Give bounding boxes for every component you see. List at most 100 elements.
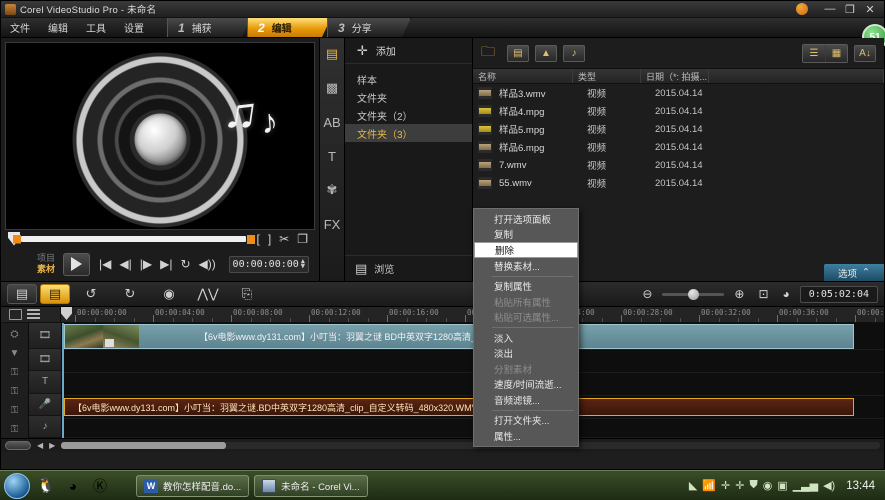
lock-icon-title[interactable]: ⚿ <box>11 382 19 400</box>
fx-icon[interactable]: FX <box>322 214 342 234</box>
ctx-copy[interactable]: 复制 <box>474 227 578 243</box>
zoom-in-icon[interactable]: ⊕ <box>730 287 748 301</box>
folder-icon[interactable]: 🗀 <box>481 41 495 65</box>
view-list-icon[interactable]: ☰ <box>803 44 825 62</box>
text-icon[interactable]: T <box>322 146 342 166</box>
table-row[interactable]: 7.wmv 视频 2015.04.14 <box>473 156 884 174</box>
batch-convert-button[interactable]: ⎘ <box>229 284 265 304</box>
ctx-open-options-panel[interactable]: 打开选项面板 <box>474 211 578 227</box>
tab-capture[interactable]: 1 捕获 <box>167 18 251 37</box>
zoom-slider-knob[interactable] <box>688 288 700 300</box>
tray-expand-icon[interactable]: ◣ <box>689 479 697 492</box>
folder-item-2[interactable]: 文件夹（2） <box>345 106 472 124</box>
table-row[interactable]: 样品4.mpg 视频 2015.04.14 <box>473 102 884 120</box>
signal-icon[interactable]: ▁▃▅ <box>793 479 818 492</box>
music-track-icon[interactable]: ♪ <box>29 415 61 439</box>
volume-button[interactable]: ◀)) <box>195 257 220 271</box>
transition-icon[interactable]: ▩ <box>322 78 342 98</box>
track-manager-button[interactable]: ⛭ <box>11 326 19 344</box>
column-date[interactable]: 日期（*: 拍摄... <box>641 69 709 83</box>
menu-settings[interactable]: 设置 <box>115 18 153 37</box>
mode-project-label[interactable]: 项目 <box>37 253 55 264</box>
scrubber-track[interactable] <box>13 234 256 244</box>
menu-file[interactable]: 文件 <box>1 18 39 37</box>
ctx-replace-clip[interactable]: 替换素材... <box>474 258 578 274</box>
project-duration-icon[interactable]: ◕ <box>779 287 794 301</box>
network-icon[interactable]: ✛ <box>721 479 730 492</box>
preview-timecode[interactable]: 00:00:00:00 ▲ ▼ <box>228 255 309 273</box>
next-frame-button[interactable]: |▶ <box>136 257 156 271</box>
scroll-right-icon[interactable]: ▶ <box>49 441 55 450</box>
mode-clip-label[interactable]: 素材 <box>37 264 55 275</box>
mark-out-button[interactable]: ] <box>268 232 271 246</box>
shield-icon[interactable]: ⛊ <box>749 479 757 492</box>
folder-item-samples[interactable]: 样本 <box>345 70 472 88</box>
ctx-audio-filter[interactable]: 音频滤镜... <box>474 392 578 408</box>
undo-button[interactable]: ↺ <box>73 284 109 304</box>
lock-icon-voice[interactable]: ⚿ <box>11 401 19 419</box>
table-row[interactable]: 样品6.mpg 视频 2015.04.14 <box>473 138 884 156</box>
ctx-properties[interactable]: 属性... <box>474 428 578 444</box>
video-clip[interactable]: 【6v电影www.dy131.com】小叮当：羽翼之谜 BD中英双字1280高清… <box>64 324 854 349</box>
ctx-fade-in[interactable]: 淡入 <box>474 330 578 346</box>
browse-row[interactable]: ▤ 浏览 <box>345 255 472 281</box>
title-icon[interactable]: AB <box>322 112 342 132</box>
horizontal-scrollbar[interactable] <box>61 442 880 449</box>
folder-item-1[interactable]: 文件夹 <box>345 88 472 106</box>
tab-share[interactable]: 3 分享 <box>327 18 411 37</box>
cut-clip-icon[interactable]: ✂ <box>279 232 289 246</box>
lock-icon-overlay[interactable]: ⚿ <box>11 364 19 382</box>
timeline-view-button[interactable]: ▤ <box>40 284 70 304</box>
video-track-icon[interactable]: 🎞 <box>29 323 61 350</box>
taskbar-item-word[interactable]: W 教你怎样配音.do... <box>136 474 250 497</box>
scrollbar-thumb[interactable] <box>61 442 227 449</box>
record-capture-button[interactable]: ◉ <box>151 284 187 304</box>
folder-item-3[interactable]: 文件夹（3） <box>345 124 472 142</box>
title-track-icon[interactable]: T <box>29 371 61 394</box>
filter-audio-icon[interactable]: ♪ <box>563 44 585 62</box>
add-folder-button[interactable]: ✛ 添加 <box>345 38 472 64</box>
wifi-icon[interactable]: 📶 <box>702 479 716 492</box>
table-row[interactable]: 55.wmv 视频 2015.04.14 <box>473 174 884 192</box>
update-icon[interactable]: ◉ <box>763 479 773 492</box>
ctx-fade-out[interactable]: 淡出 <box>474 346 578 362</box>
trim-out-marker[interactable] <box>247 234 256 244</box>
column-type[interactable]: 类型 <box>573 69 641 83</box>
minimize-button[interactable]: — <box>820 3 840 15</box>
snapshot-icon[interactable]: ❐ <box>297 232 308 246</box>
preview-video-area[interactable]: ♫ ♪ <box>5 42 315 230</box>
options-panel-button[interactable]: 选项 ⌃ <box>824 264 884 281</box>
scroll-pill[interactable] <box>5 441 31 450</box>
taskbar-clock[interactable]: 13:44 <box>846 480 875 492</box>
column-name[interactable]: 名称 <box>473 69 573 83</box>
tab-edit[interactable]: 2 编辑 <box>247 18 331 37</box>
usb-icon[interactable]: ▣ <box>777 479 787 492</box>
mark-in-button[interactable]: [ <box>256 232 259 246</box>
ctx-delete[interactable]: 删除 <box>474 242 578 258</box>
ctx-open-folder[interactable]: 打开文件夹... <box>474 413 578 429</box>
chrome-icon[interactable]: ◕ <box>62 475 84 497</box>
ctx-copy-attributes[interactable]: 复制属性 <box>474 279 578 295</box>
lock-icon-music[interactable]: ⚿ <box>11 420 19 438</box>
menu-edit[interactable]: 编辑 <box>39 18 77 37</box>
storyboard-view-button[interactable]: ▤ <box>7 284 37 304</box>
track-expand-icon[interactable]: ▼ <box>10 345 20 363</box>
filter-video-icon[interactable]: ▤ <box>507 44 529 62</box>
playhead-marker[interactable] <box>61 307 72 320</box>
overlay-track-icon[interactable]: 🎞 <box>29 349 61 372</box>
kingsoft-icon[interactable]: Ⓚ <box>89 475 111 497</box>
redo-button[interactable]: ↻ <box>112 284 148 304</box>
timecode-stepper[interactable]: ▲ ▼ <box>301 258 305 270</box>
show-all-tracks-icon[interactable] <box>9 309 22 320</box>
prev-frame-button[interactable]: ◀| <box>115 257 135 271</box>
zoom-out-icon[interactable]: ⊖ <box>638 287 656 301</box>
trim-in-marker[interactable] <box>13 234 21 244</box>
qq-icon[interactable]: 🐧 <box>35 475 57 497</box>
media-icon[interactable]: ▤ <box>322 44 342 64</box>
graphic-icon[interactable]: ✾ <box>322 180 342 200</box>
scroll-left-icon[interactable]: ◀ <box>37 441 43 450</box>
timeline-playhead[interactable] <box>62 323 64 438</box>
ctx-speed-timelapse[interactable]: 速度/时间流逝... <box>474 377 578 393</box>
view-grid-icon[interactable]: ▦ <box>825 44 847 62</box>
fit-to-window-icon[interactable]: ⊡ <box>754 287 772 301</box>
